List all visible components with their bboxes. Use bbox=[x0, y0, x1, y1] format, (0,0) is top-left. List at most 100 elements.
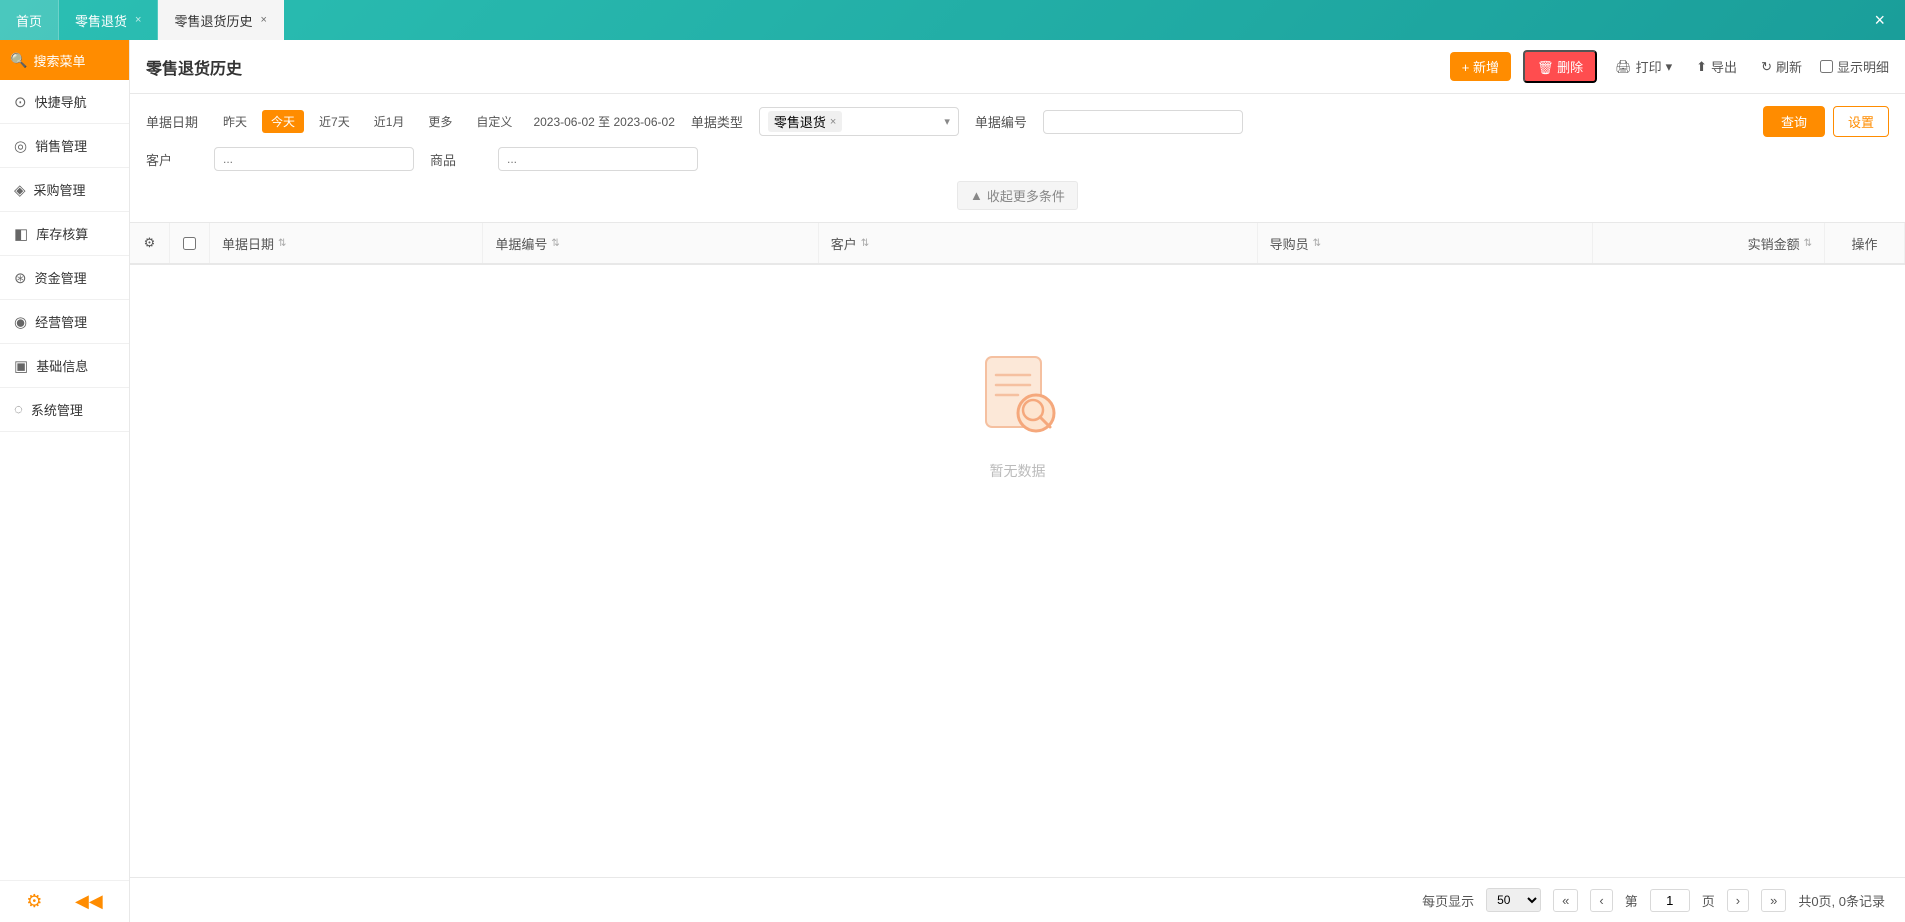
sidebar-item-purchase[interactable]: ◈ 采购管理 bbox=[0, 168, 129, 212]
export-icon: ⬆ bbox=[1696, 59, 1707, 75]
th-guide[interactable]: 导购员 ⇅ bbox=[1258, 223, 1593, 263]
type-filter-label: 单据类型 bbox=[691, 112, 751, 131]
collapse-label: 收起更多条件 bbox=[987, 186, 1065, 205]
tab-retail-return-history[interactable]: 零售退货历史 × bbox=[158, 0, 283, 40]
show-detail-toggle[interactable]: 显示明细 bbox=[1820, 57, 1889, 76]
th-customer[interactable]: 客户 ⇅ bbox=[819, 223, 1258, 263]
select-all-checkbox[interactable] bbox=[183, 237, 196, 250]
nav-icon-finance: ⊛ bbox=[14, 269, 27, 287]
sidebar-item-sales[interactable]: ◎ 销售管理 bbox=[0, 124, 129, 168]
sort-icon-customer: ⇅ bbox=[861, 238, 869, 249]
sort-icon-no: ⇅ bbox=[551, 238, 559, 249]
th-action-label: 操作 bbox=[1851, 234, 1877, 253]
no-filter-input[interactable] bbox=[1043, 110, 1243, 134]
refresh-button[interactable]: ↻ 刷新 bbox=[1755, 53, 1808, 80]
sort-icon-guide: ⇅ bbox=[1313, 238, 1321, 249]
show-detail-checkbox[interactable] bbox=[1820, 60, 1833, 73]
customer-filter-input[interactable] bbox=[214, 147, 414, 171]
next-page-button[interactable]: › bbox=[1727, 889, 1749, 912]
window-close-button[interactable]: × bbox=[1854, 0, 1905, 40]
sidebar-item-label-purchase: 采购管理 bbox=[34, 180, 86, 199]
query-button[interactable]: 查询 bbox=[1763, 106, 1825, 137]
th-amount[interactable]: 实销金额 ⇅ bbox=[1593, 223, 1825, 263]
table-footer: 每页显示 50 10 20 100 « ‹ 第 1 页 › » 共0页, 0条记… bbox=[130, 877, 1905, 922]
page-input[interactable]: 1 bbox=[1650, 889, 1690, 912]
close-tab-retail-return-history[interactable]: × bbox=[260, 14, 266, 26]
no-filter-label: 单据编号 bbox=[975, 112, 1035, 131]
goods-filter-label: 商品 bbox=[430, 150, 490, 169]
collapse-up-icon: ▲ bbox=[970, 188, 983, 203]
tab-home[interactable]: 首页 bbox=[0, 0, 59, 40]
prev-page-button[interactable]: ‹ bbox=[1590, 889, 1612, 912]
sidebar-search[interactable]: 🔍 搜索菜单 bbox=[0, 40, 129, 80]
export-label: 导出 bbox=[1711, 57, 1737, 76]
goods-filter-group: 商品 bbox=[430, 147, 698, 171]
sidebar-item-quick-nav[interactable]: ⊙ 快捷导航 bbox=[0, 80, 129, 124]
delete-button[interactable]: 🗑 删除 bbox=[1523, 50, 1597, 83]
first-page-button[interactable]: « bbox=[1553, 889, 1578, 912]
date-btn-today[interactable]: 今天 bbox=[262, 110, 304, 133]
sidebar-item-operations[interactable]: ◉ 经营管理 bbox=[0, 300, 129, 344]
sidebar-item-label-basic: 基础信息 bbox=[36, 356, 88, 375]
sidebar-search-label: 搜索菜单 bbox=[33, 51, 85, 70]
settings-button[interactable]: 设置 bbox=[1833, 106, 1889, 137]
sidebar-item-label-finance: 资金管理 bbox=[35, 268, 87, 287]
last-page-button[interactable]: » bbox=[1761, 889, 1786, 912]
date-btn-1month[interactable]: 近1月 bbox=[365, 110, 414, 133]
date-btn-more[interactable]: 更多 bbox=[419, 110, 461, 133]
main-layout: 🔍 搜索菜单 ⊙ 快捷导航 ◎ 销售管理 ◈ 采购管理 ◧ 库存核算 ⊛ 资金管… bbox=[0, 40, 1905, 922]
page-suffix-label: 页 bbox=[1702, 891, 1715, 910]
print-button[interactable]: 🖨 打印 ▾ bbox=[1609, 53, 1678, 80]
filter-area: 单据日期 昨天 今天 近7天 近1月 更多 自定义 2023-06-02 至 2… bbox=[130, 94, 1905, 223]
sidebar-item-system[interactable]: ◌ 系统管理 bbox=[0, 388, 129, 432]
type-tag-close[interactable]: × bbox=[830, 116, 836, 128]
table-header: ⚙ 单据日期 ⇅ 单据编号 ⇅ 客户 ⇅ 导购员 bbox=[130, 223, 1905, 265]
audio-icon[interactable]: ◀◀ bbox=[75, 891, 103, 912]
type-selector-arrow: ▾ bbox=[944, 115, 950, 128]
date-btn-custom[interactable]: 自定义 bbox=[467, 110, 521, 133]
page-prefix-label: 第 bbox=[1625, 891, 1638, 910]
tab-retail-return[interactable]: 零售退货 × bbox=[59, 0, 158, 40]
nav-icon-inventory: ◧ bbox=[14, 225, 28, 243]
goods-filter-input[interactable] bbox=[498, 147, 698, 171]
per-page-select[interactable]: 50 10 20 100 bbox=[1486, 888, 1541, 912]
export-button[interactable]: ⬆ 导出 bbox=[1690, 53, 1743, 80]
sidebar-item-inventory[interactable]: ◧ 库存核算 bbox=[0, 212, 129, 256]
total-info: 共0页, 0条记录 bbox=[1798, 891, 1885, 910]
tab-retail-return-label: 零售退货 bbox=[75, 11, 127, 30]
settings-icon[interactable]: ⚙ bbox=[26, 891, 42, 912]
print-dropdown-icon: ▾ bbox=[1666, 59, 1673, 75]
page-header: 零售退货历史 + 新增 🗑 删除 🖨 打印 ▾ ⬆ 导出 ↻ 刷新 bbox=[130, 40, 1905, 94]
th-checkbox[interactable] bbox=[170, 223, 210, 263]
nav-icon-sales: ◎ bbox=[14, 137, 27, 155]
th-date[interactable]: 单据日期 ⇅ bbox=[210, 223, 483, 263]
date-range-display: 2023-06-02 至 2023-06-02 bbox=[533, 113, 674, 130]
sidebar-item-finance[interactable]: ⊛ 资金管理 bbox=[0, 256, 129, 300]
tab-retail-return-history-label: 零售退货历史 bbox=[174, 11, 252, 30]
date-btn-7days[interactable]: 近7天 bbox=[310, 110, 359, 133]
date-btn-yesterday[interactable]: 昨天 bbox=[214, 110, 256, 133]
header-actions: + 新增 🗑 删除 🖨 打印 ▾ ⬆ 导出 ↻ 刷新 显示明细 bbox=[1450, 50, 1889, 83]
sidebar-item-label-inventory: 库存核算 bbox=[36, 224, 88, 243]
search-icon: 🔍 bbox=[10, 52, 27, 69]
refresh-icon: ↻ bbox=[1761, 59, 1772, 75]
date-options: 昨天 今天 近7天 近1月 更多 自定义 bbox=[214, 110, 521, 133]
nav-icon-purchase: ◈ bbox=[14, 181, 26, 199]
type-selector[interactable]: 零售退货 × ▾ bbox=[759, 107, 959, 136]
collapse-button[interactable]: ▲ 收起更多条件 bbox=[957, 181, 1078, 210]
customer-filter-label: 客户 bbox=[146, 150, 206, 169]
tab-bar: 首页 零售退货 × 零售退货历史 × bbox=[0, 0, 1854, 40]
th-settings[interactable]: ⚙ bbox=[130, 223, 170, 263]
th-no[interactable]: 单据编号 ⇅ bbox=[483, 223, 818, 263]
close-tab-retail-return[interactable]: × bbox=[135, 14, 141, 26]
empty-icon bbox=[968, 345, 1068, 445]
refresh-label: 刷新 bbox=[1776, 57, 1802, 76]
new-button[interactable]: + 新增 bbox=[1450, 52, 1511, 81]
filter-row-2: 客户 商品 bbox=[146, 147, 1889, 171]
sidebar-item-label-system: 系统管理 bbox=[31, 400, 83, 419]
date-filter-label: 单据日期 bbox=[146, 112, 206, 131]
sidebar-item-label-sales: 销售管理 bbox=[35, 136, 87, 155]
content-area: 零售退货历史 + 新增 🗑 删除 🖨 打印 ▾ ⬆ 导出 ↻ 刷新 bbox=[130, 40, 1905, 922]
empty-text: 暂无数据 bbox=[990, 461, 1046, 481]
sidebar-item-basic-info[interactable]: ▣ 基础信息 bbox=[0, 344, 129, 388]
